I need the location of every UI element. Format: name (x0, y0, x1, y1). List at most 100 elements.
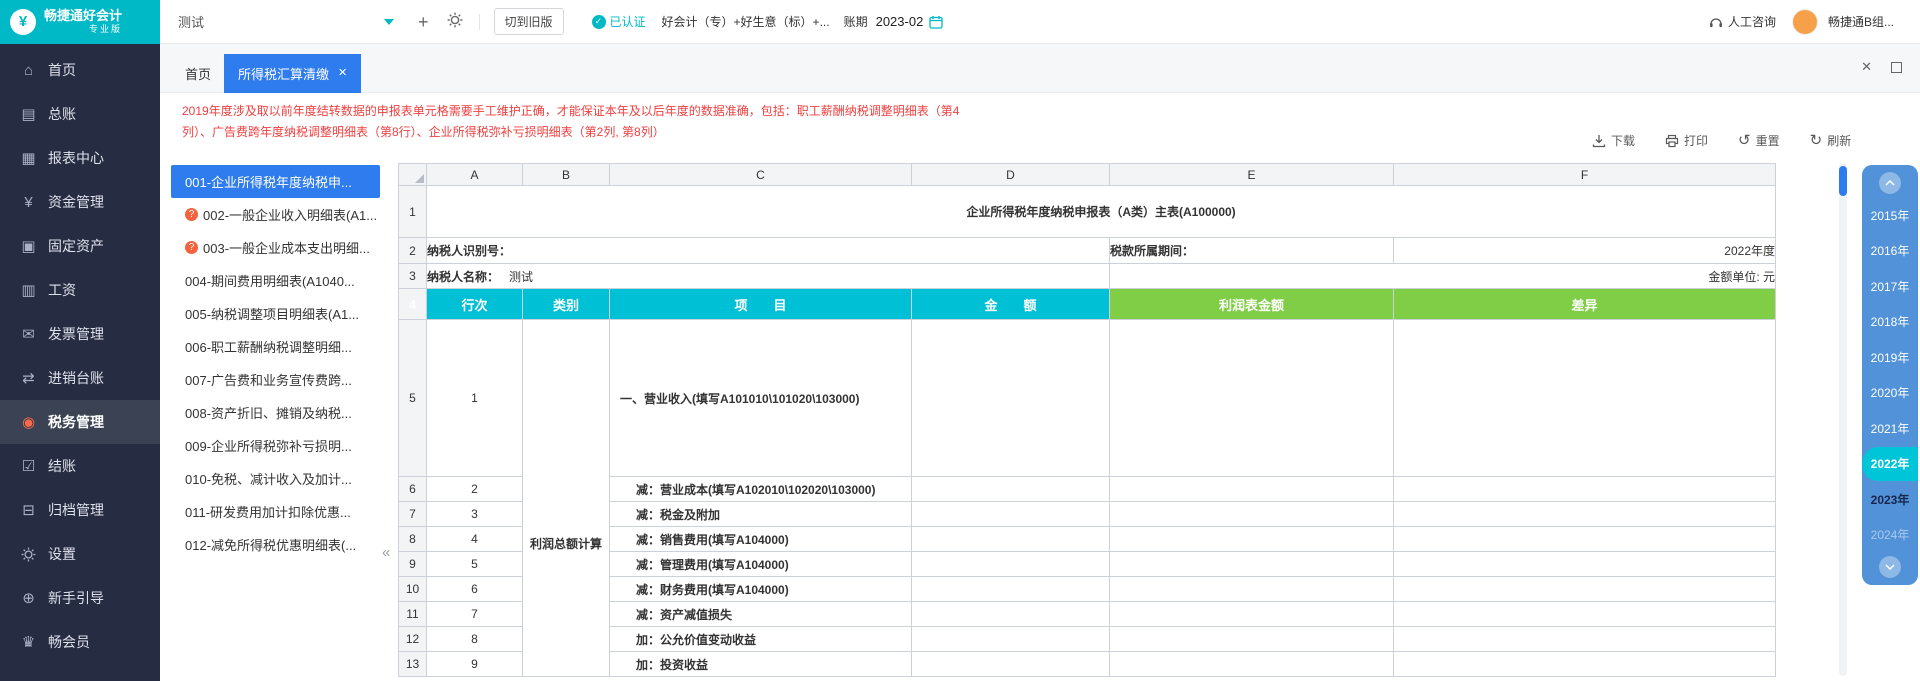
column-header-d[interactable]: D (911, 163, 1110, 186)
line-number-cell[interactable]: 5 (426, 551, 523, 577)
line-number-cell[interactable]: 7 (426, 601, 523, 627)
row-header[interactable]: 4 (398, 288, 427, 320)
profit-amount-cell[interactable] (1109, 476, 1394, 502)
sidebar-item-fixed-assets[interactable]: ▣ 固定资产 (0, 224, 160, 268)
profit-amount-cell[interactable] (1109, 526, 1394, 552)
difference-cell[interactable] (1393, 626, 1776, 652)
year-item[interactable]: 2015年 (1862, 198, 1918, 232)
close-panel-icon[interactable]: ✕ (1861, 59, 1872, 75)
sidebar-item-beginner-guide[interactable]: ⊕ 新手引导 (0, 576, 160, 620)
amount-cell[interactable] (911, 651, 1110, 677)
sidebar-item-tax-management[interactable]: ◉ 税务管理 (0, 400, 160, 444)
username-label[interactable]: 畅捷通B组... (1828, 13, 1894, 30)
difference-cell[interactable] (1393, 576, 1776, 602)
row-header[interactable]: 1 (398, 185, 427, 238)
item-cell[interactable]: 加：公允价值变动收益 (609, 626, 912, 652)
avatar[interactable] (1791, 8, 1818, 35)
profit-amount-cell[interactable] (1109, 626, 1394, 652)
amount-cell[interactable] (911, 526, 1110, 552)
year-item-selected[interactable]: 2022年 (1862, 446, 1918, 481)
row-header[interactable]: 7 (398, 501, 427, 527)
profit-amount-cell[interactable] (1109, 651, 1394, 677)
maximize-icon[interactable] (1891, 62, 1902, 73)
download-button[interactable]: 下载 (1592, 132, 1635, 149)
row-header[interactable]: 9 (398, 551, 427, 577)
column-header-a[interactable]: A (426, 163, 523, 186)
line-number-cell[interactable]: 2 (426, 476, 523, 502)
switch-old-version-button[interactable]: 切到旧版 (493, 8, 564, 35)
reset-button[interactable]: ↺ 重置 (1738, 132, 1780, 149)
row-header[interactable]: 8 (398, 526, 427, 552)
gear-icon[interactable] (447, 12, 463, 31)
scroll-down-button[interactable] (1879, 556, 1901, 578)
item-cell[interactable]: 减：资产减值损失 (609, 601, 912, 627)
report-list-item[interactable]: ? 002-一般企业收入明细表(A1... (171, 198, 380, 231)
sidebar-item-trade-ledger[interactable]: ⇄ 进销台账 (0, 356, 160, 400)
sidebar-item-funds[interactable]: ¥ 资金管理 (0, 180, 160, 224)
category-cell[interactable]: 利润总额计算 (522, 319, 610, 677)
report-list-item[interactable]: 008-资产折旧、摊销及纳税... (171, 396, 380, 429)
row-header[interactable]: 10 (398, 576, 427, 602)
profit-amount-cell[interactable] (1109, 551, 1394, 577)
profit-amount-cell[interactable] (1109, 319, 1394, 477)
report-list-item[interactable]: 012-减免所得税优惠明细表(... (171, 528, 380, 561)
profit-amount-cell[interactable] (1109, 601, 1394, 627)
profit-amount-cell[interactable] (1109, 501, 1394, 527)
item-cell[interactable]: 加：投资收益 (609, 651, 912, 677)
row-header[interactable]: 5 (398, 319, 427, 477)
collapse-panel-icon[interactable]: « (382, 544, 390, 561)
difference-cell[interactable] (1393, 601, 1776, 627)
item-cell[interactable]: 减：税金及附加 (609, 501, 912, 527)
tab-income-tax-settlement[interactable]: 所得税汇算清缴 ✕ (224, 54, 362, 93)
sidebar-item-payroll[interactable]: ▥ 工资 (0, 268, 160, 312)
line-number-cell[interactable]: 3 (426, 501, 523, 527)
row-header[interactable]: 11 (398, 601, 427, 627)
taxpayer-name-value[interactable]: 测试 (509, 270, 533, 284)
item-cell[interactable]: 减：管理费用(填写A104000) (609, 551, 912, 577)
item-cell[interactable]: 减：销售费用(填写A104000) (609, 526, 912, 552)
accounting-period[interactable]: 账期 2023-02 (844, 13, 944, 30)
tab-close-icon[interactable]: ✕ (338, 68, 347, 79)
support-button[interactable]: 人工咨询 (1709, 13, 1776, 30)
item-cell[interactable]: 减：营业成本(填写A102010\102020\103000) (609, 476, 912, 502)
sheet-scrollbar-track[interactable] (1839, 163, 1847, 676)
column-header-b[interactable]: B (522, 163, 610, 186)
difference-cell[interactable] (1393, 501, 1776, 527)
line-number-cell[interactable]: 9 (426, 651, 523, 677)
amount-cell[interactable] (911, 576, 1110, 602)
amount-cell[interactable] (911, 501, 1110, 527)
year-item[interactable]: 2019年 (1862, 340, 1918, 374)
tax-period-value-cell[interactable]: 2022年度 (1393, 237, 1776, 264)
report-list-item[interactable]: 005-纳税调整项目明细表(A1... (171, 297, 380, 330)
row-header[interactable]: 2 (398, 237, 427, 264)
select-all-corner[interactable] (398, 163, 427, 186)
amount-cell[interactable] (911, 476, 1110, 502)
amount-cell[interactable] (911, 626, 1110, 652)
report-list-item[interactable]: 009-企业所得税弥补亏损明... (171, 429, 380, 462)
row-header[interactable]: 6 (398, 476, 427, 502)
difference-cell[interactable] (1393, 551, 1776, 577)
profit-amount-cell[interactable] (1109, 576, 1394, 602)
add-company-button[interactable]: + (418, 13, 429, 31)
sheet-scrollbar-thumb[interactable] (1839, 166, 1847, 196)
report-list-item[interactable]: 004-期间费用明细表(A1040... (171, 264, 380, 297)
report-list-item[interactable]: 006-职工薪酬纳税调整明细... (171, 330, 380, 363)
line-number-cell[interactable]: 8 (426, 626, 523, 652)
column-header-c[interactable]: C (609, 163, 912, 186)
certified-badge[interactable]: ✓ 已认证 (591, 13, 646, 30)
sidebar-item-home[interactable]: ⌂ 首页 (0, 48, 160, 92)
report-list-item[interactable]: ? 003-一般企业成本支出明细... (171, 231, 380, 264)
line-number-cell[interactable]: 6 (426, 576, 523, 602)
difference-cell[interactable] (1393, 651, 1776, 677)
year-item[interactable]: 2017年 (1862, 269, 1918, 303)
tab-home[interactable]: 首页 (171, 54, 225, 93)
amount-cell[interactable] (911, 319, 1110, 477)
scroll-up-button[interactable] (1879, 172, 1901, 194)
sidebar-item-membership[interactable]: ♛ 畅会员 (0, 620, 160, 664)
report-list-item[interactable]: 001-企业所得税年度纳税申... (171, 165, 380, 198)
line-number-cell[interactable]: 4 (426, 526, 523, 552)
difference-cell[interactable] (1393, 476, 1776, 502)
year-item[interactable]: 2020年 (1862, 376, 1918, 410)
sidebar-item-report-center[interactable]: ▦ 报表中心 (0, 136, 160, 180)
year-item[interactable]: 2018年 (1862, 305, 1918, 339)
